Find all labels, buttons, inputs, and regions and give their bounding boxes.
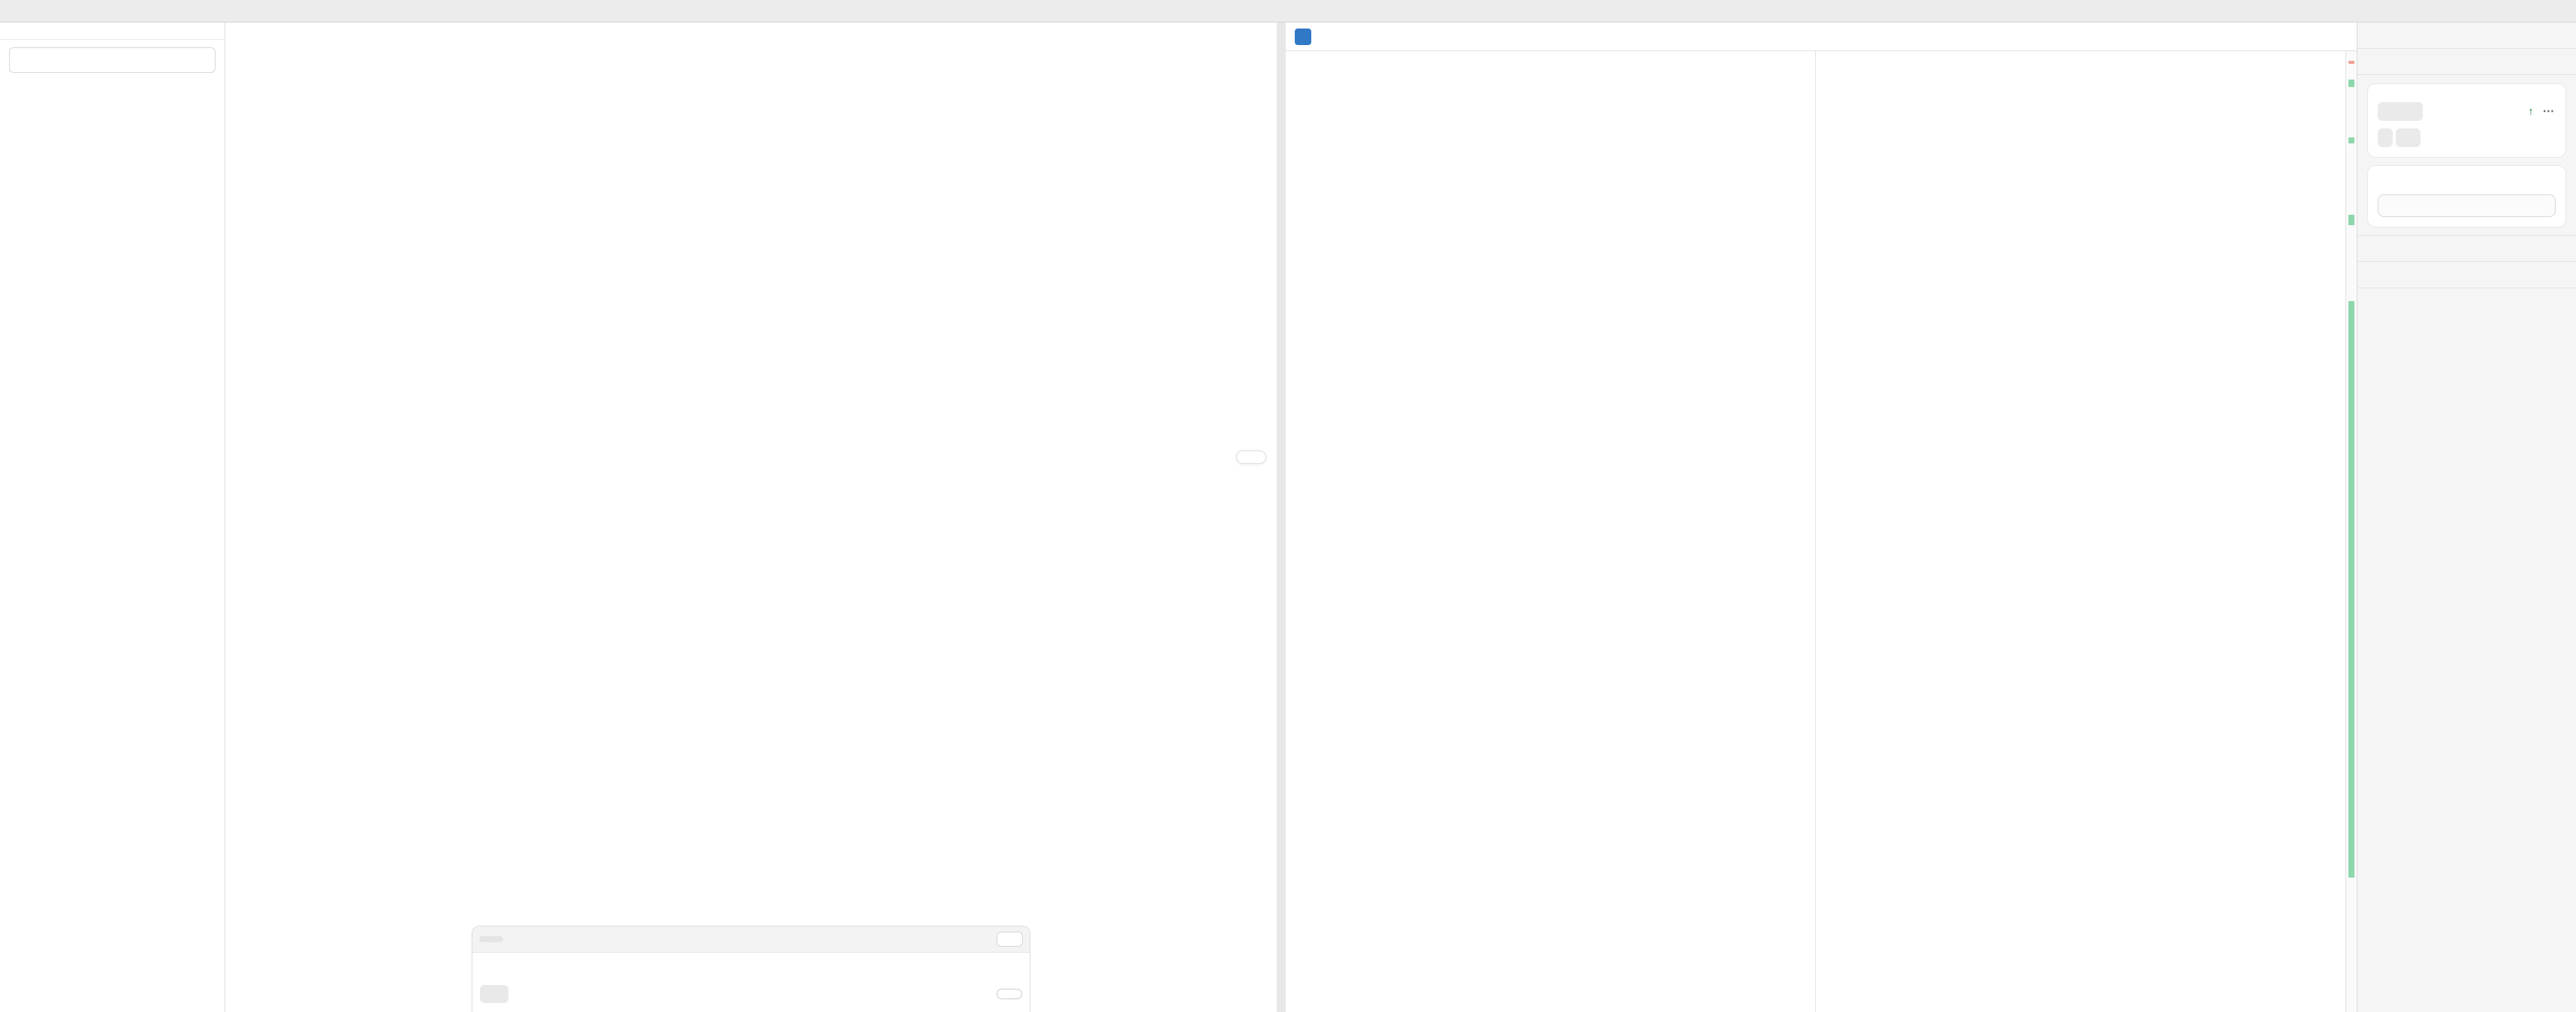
pr-dropdown-button[interactable] xyxy=(2396,128,2421,147)
working-branch-card xyxy=(2368,166,2565,227)
mode-dropdown[interactable] xyxy=(480,985,508,1003)
chevron-down-icon xyxy=(2406,107,2415,116)
chevron-right-icon xyxy=(2553,30,2564,41)
panel-gap xyxy=(1277,23,1286,1012)
minimap-mark xyxy=(2348,137,2354,143)
more-options-icon[interactable]: ⋯ xyxy=(2543,104,2556,119)
section-terminal[interactable] xyxy=(2357,236,2576,262)
search-input[interactable] xyxy=(9,47,216,73)
minimap-mark xyxy=(2348,61,2354,64)
workspaces-sidebar xyxy=(0,23,225,1012)
git-branch-icon xyxy=(2385,107,2395,116)
latest-dropdown[interactable] xyxy=(997,932,1023,947)
typescript-file-icon xyxy=(1295,29,1311,45)
section-git[interactable] xyxy=(2357,49,2576,75)
branch-selector[interactable] xyxy=(2378,102,2423,121)
notes-placeholder[interactable] xyxy=(2357,288,2576,306)
section-notes[interactable] xyxy=(2357,262,2576,288)
expand-icon[interactable] xyxy=(2535,243,2546,254)
titlebar xyxy=(0,0,2576,23)
message-input[interactable] xyxy=(481,962,1021,977)
diff-scrollbar[interactable] xyxy=(2345,51,2357,1012)
diff-panel xyxy=(1286,23,2357,1012)
repo-card: ↑ ⋯ xyxy=(2368,84,2565,157)
chevron-down-icon xyxy=(1007,935,1016,944)
diff-header xyxy=(1286,23,2357,51)
chevron-down-icon xyxy=(2553,56,2564,67)
agent-chat-panel xyxy=(225,23,1277,1012)
minimap-mark xyxy=(2348,80,2354,87)
chevron-right-icon xyxy=(2553,243,2564,254)
diff-new-column xyxy=(1816,51,2345,1012)
chevron-down-icon xyxy=(2553,270,2564,280)
section-changes[interactable] xyxy=(2357,23,2576,49)
message-floating-toolbar xyxy=(1236,450,1266,464)
open-pull-request-button[interactable] xyxy=(2378,128,2393,147)
chevron-down-icon[interactable] xyxy=(2336,31,2348,43)
minimap-mark xyxy=(2348,301,2354,878)
composer-status-bar xyxy=(472,926,1030,953)
chevron-down-icon xyxy=(2403,133,2413,143)
active-section-label xyxy=(0,76,225,85)
files-changed-chip[interactable] xyxy=(479,936,503,942)
git-branch-icon xyxy=(2378,176,2388,186)
split-view-icon[interactable] xyxy=(2317,31,2329,43)
diff-old-column xyxy=(1286,51,1816,1012)
divider xyxy=(2357,227,2576,236)
workspace-side-panel: ↑ ⋯ xyxy=(2357,23,2576,1012)
minimap-mark xyxy=(2348,215,2354,225)
send-button[interactable] xyxy=(997,989,1022,999)
commits-ahead: ↑ xyxy=(2528,106,2533,118)
working-branch-input[interactable] xyxy=(2378,194,2556,217)
sidebar-footer xyxy=(0,997,225,1012)
chevron-down-icon xyxy=(492,989,501,998)
pencil-icon[interactable] xyxy=(2537,200,2547,211)
composer xyxy=(472,926,1030,1012)
window-title xyxy=(0,0,2576,23)
